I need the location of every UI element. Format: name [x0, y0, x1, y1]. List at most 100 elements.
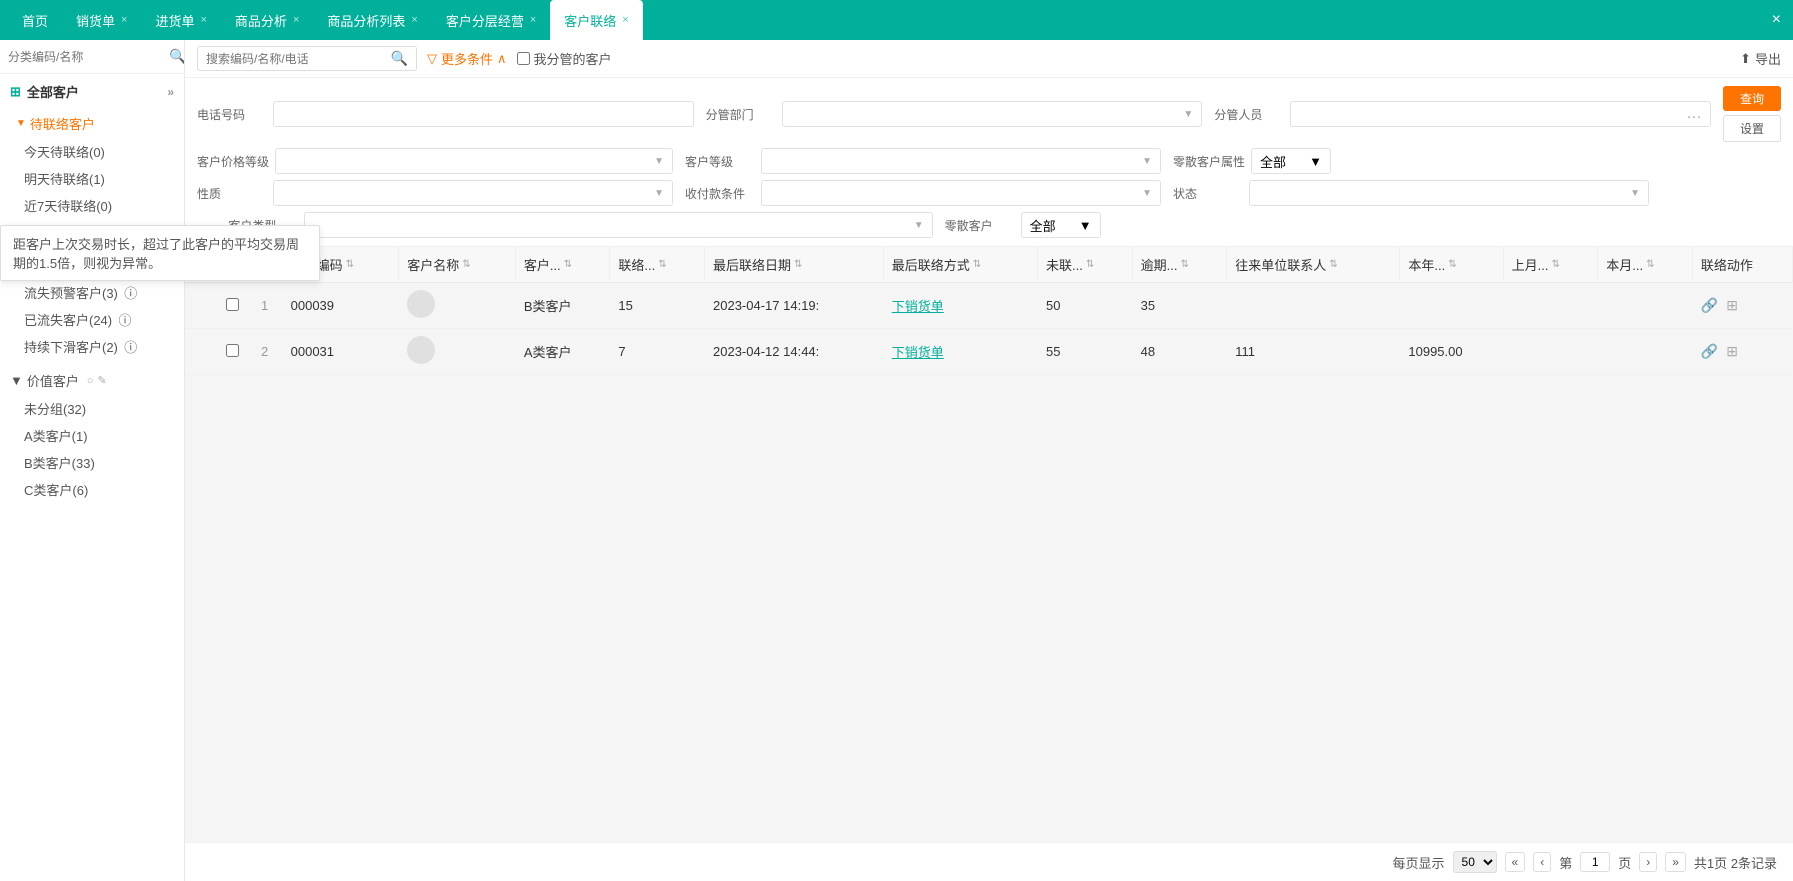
sidebar-collapse-icon[interactable]: »	[167, 85, 174, 99]
search-button[interactable]: 🔍	[391, 50, 408, 67]
first-page-button[interactable]: «	[1505, 852, 1526, 872]
query-button[interactable]: 查询	[1723, 86, 1781, 111]
th-contact[interactable]: 联络... ⇅	[610, 247, 705, 283]
payment-term-select[interactable]: ▼	[761, 180, 1161, 206]
retail-attr-select[interactable]: 全部 ▼	[1251, 148, 1331, 174]
nav-product-analysis[interactable]: 商品分析 ×	[221, 0, 313, 40]
sidebar-item-7days[interactable]: 近7天待联络(0)	[0, 192, 184, 219]
td-last-contact-method-2: 下销货单	[883, 329, 1037, 375]
th-unit-contact[interactable]: 往来单位联系人 ⇅	[1227, 247, 1400, 283]
nav-sales-order[interactable]: 销货单 ×	[62, 0, 141, 40]
td-code-2: 000031	[282, 329, 399, 375]
sidebar-item-tomorrow[interactable]: 明天待联络(1)	[0, 165, 184, 192]
filter-row-2: 客户价格等级 ▼ 客户等级 ▼ 零散客户属性 全部	[197, 148, 1781, 174]
th-name[interactable]: 客户名称 ⇅	[399, 247, 516, 283]
sidebar-item-lost-preview[interactable]: 流失预警客户(3) ⓘ	[0, 279, 184, 306]
page-size-select[interactable]: 50	[1453, 851, 1497, 873]
sidebar-all-customers[interactable]: ⊞ 全部客户 »	[0, 74, 184, 109]
row1-link-icon[interactable]: 🔗	[1701, 297, 1718, 314]
price-grade-select[interactable]: ▼	[275, 148, 673, 174]
nav-purchase-order[interactable]: 进货单 ×	[141, 0, 220, 40]
close-customer-layered-icon[interactable]: ×	[530, 14, 536, 26]
th-last-month[interactable]: 上月... ⇅	[1503, 247, 1598, 283]
value-group-settings-icon[interactable]: ✎	[98, 374, 107, 387]
sidebar-item-already-lost[interactable]: 已流失客户(24) ⓘ	[0, 306, 184, 333]
row2-grid-icon[interactable]: ⊞	[1726, 343, 1738, 360]
prev-page-button[interactable]: ‹	[1533, 852, 1551, 872]
row1-checkbox[interactable]	[226, 298, 239, 311]
td-index-1: 1	[247, 283, 282, 329]
row1-grid-icon[interactable]: ⊞	[1726, 297, 1738, 314]
td-last-month-1	[1503, 283, 1598, 329]
phone-input[interactable]	[273, 101, 694, 127]
sidebar-search-icon[interactable]: 🔍	[169, 48, 185, 65]
close-product-analysis-icon[interactable]: ×	[293, 14, 299, 26]
nav-home[interactable]: 首页	[8, 0, 62, 40]
th-last-contact-date[interactable]: 最后联络日期 ⇅	[705, 247, 884, 283]
sidebar-value-customer-group[interactable]: ▼ 价值客户 ○ ✎	[0, 366, 184, 395]
th-not-contact[interactable]: 未联... ⇅	[1038, 247, 1133, 283]
close-customer-contact-icon[interactable]: ×	[622, 14, 628, 26]
sidebar-item-today[interactable]: 今天待联络(0)	[0, 138, 184, 165]
th-overdue[interactable]: 逾期... ⇅	[1132, 247, 1227, 283]
th-this-month[interactable]: 本月... ⇅	[1598, 247, 1693, 283]
next-page-button[interactable]: ›	[1639, 852, 1657, 872]
th-type[interactable]: 客户... ⇅	[515, 247, 610, 283]
nav-customer-contact[interactable]: 客户联络 ×	[550, 0, 642, 40]
contact-method-link-1[interactable]: 下销货单	[892, 299, 944, 314]
sidebar-item-continuous-down[interactable]: 持续下滑客户(2) ⓘ	[0, 333, 184, 360]
my-customers-checkbox[interactable]	[517, 52, 530, 65]
th-overdue-sort-icon: ⇅	[1180, 259, 1188, 270]
settings-button[interactable]: 设置	[1723, 115, 1781, 142]
person-dots-icon[interactable]: …	[1686, 105, 1702, 123]
row2-checkbox[interactable]	[226, 344, 239, 357]
th-contact-action: 联络动作	[1692, 247, 1792, 283]
department-label: 分管部门	[706, 106, 776, 123]
close-product-analysis-list-icon[interactable]: ×	[411, 14, 417, 26]
last-page-button[interactable]: »	[1665, 852, 1686, 872]
td-settings-2	[185, 329, 217, 375]
price-grade-select-arrow-icon: ▼	[654, 156, 664, 167]
sidebar-item-c-class[interactable]: C类客户(6)	[0, 476, 184, 503]
gender-select[interactable]: ▼	[273, 180, 673, 206]
person-select[interactable]: …	[1290, 101, 1711, 127]
td-not-contact-2: 55	[1038, 329, 1133, 375]
value-group-edit-icon[interactable]: ○	[87, 375, 94, 387]
pagination-bar: 每页显示 50 « ‹ 第 页 › » 共1页 2条记录	[185, 842, 1793, 881]
nav-customer-layered[interactable]: 客户分层经营 ×	[432, 0, 550, 40]
retail-customer-select[interactable]: 全部 ▼	[1021, 212, 1101, 238]
department-select[interactable]: ▼	[782, 101, 1203, 127]
sidebar-search-input[interactable]	[8, 50, 163, 64]
td-this-month-2	[1598, 329, 1693, 375]
sidebar-item-a-class[interactable]: A类客户(1)	[0, 422, 184, 449]
close-purchase-order-icon[interactable]: ×	[200, 14, 206, 26]
sidebar-item-unclassified[interactable]: 未分组(32)	[0, 395, 184, 422]
contact-method-link-2[interactable]: 下销货单	[892, 345, 944, 360]
customer-type-select[interactable]: ▼	[304, 212, 932, 238]
status-select[interactable]: ▼	[1249, 180, 1649, 206]
th-last-contact-method[interactable]: 最后联络方式 ⇅	[883, 247, 1037, 283]
customer-search-input[interactable]	[206, 52, 385, 66]
phone-field: 电话号码	[197, 101, 694, 127]
close-sales-order-icon[interactable]: ×	[121, 14, 127, 26]
sidebar-search-box: 🔍	[0, 40, 184, 74]
th-this-year[interactable]: 本年... ⇅	[1400, 247, 1503, 283]
td-actions-2: 🔗 ⊞	[1692, 329, 1792, 375]
more-conditions-button[interactable]: ▽ 更多条件 ∧	[427, 49, 507, 68]
already-lost-info-icon: ⓘ	[118, 313, 131, 328]
customer-type-field: 客户类型 ▼	[228, 212, 932, 238]
retail-customer-field: 零散客户 全部 ▼	[945, 212, 1649, 238]
retail-customer-arrow-icon: ▼	[1079, 218, 1092, 233]
customer-grade-select[interactable]: ▼	[761, 148, 1161, 174]
window-close-icon[interactable]: ×	[1772, 11, 1781, 29]
sidebar-item-b-class[interactable]: B类客户(33)	[0, 449, 184, 476]
nav-product-analysis-list[interactable]: 商品分析列表 ×	[313, 0, 431, 40]
th-type-sort-icon: ⇅	[564, 259, 572, 270]
sidebar-pending-contact-group[interactable]: ▼ 待联络客户	[0, 109, 184, 138]
export-button[interactable]: ⬆ 导出	[1740, 49, 1781, 68]
filter-toolbar: 🔍 ▽ 更多条件 ∧ 我分管的客户 ⬆ 导出	[185, 40, 1793, 78]
td-this-month-1	[1598, 283, 1693, 329]
page-input[interactable]	[1580, 852, 1610, 872]
row2-link-icon[interactable]: 🔗	[1701, 343, 1718, 360]
my-customers-checkbox-group: 我分管的客户	[517, 49, 612, 68]
